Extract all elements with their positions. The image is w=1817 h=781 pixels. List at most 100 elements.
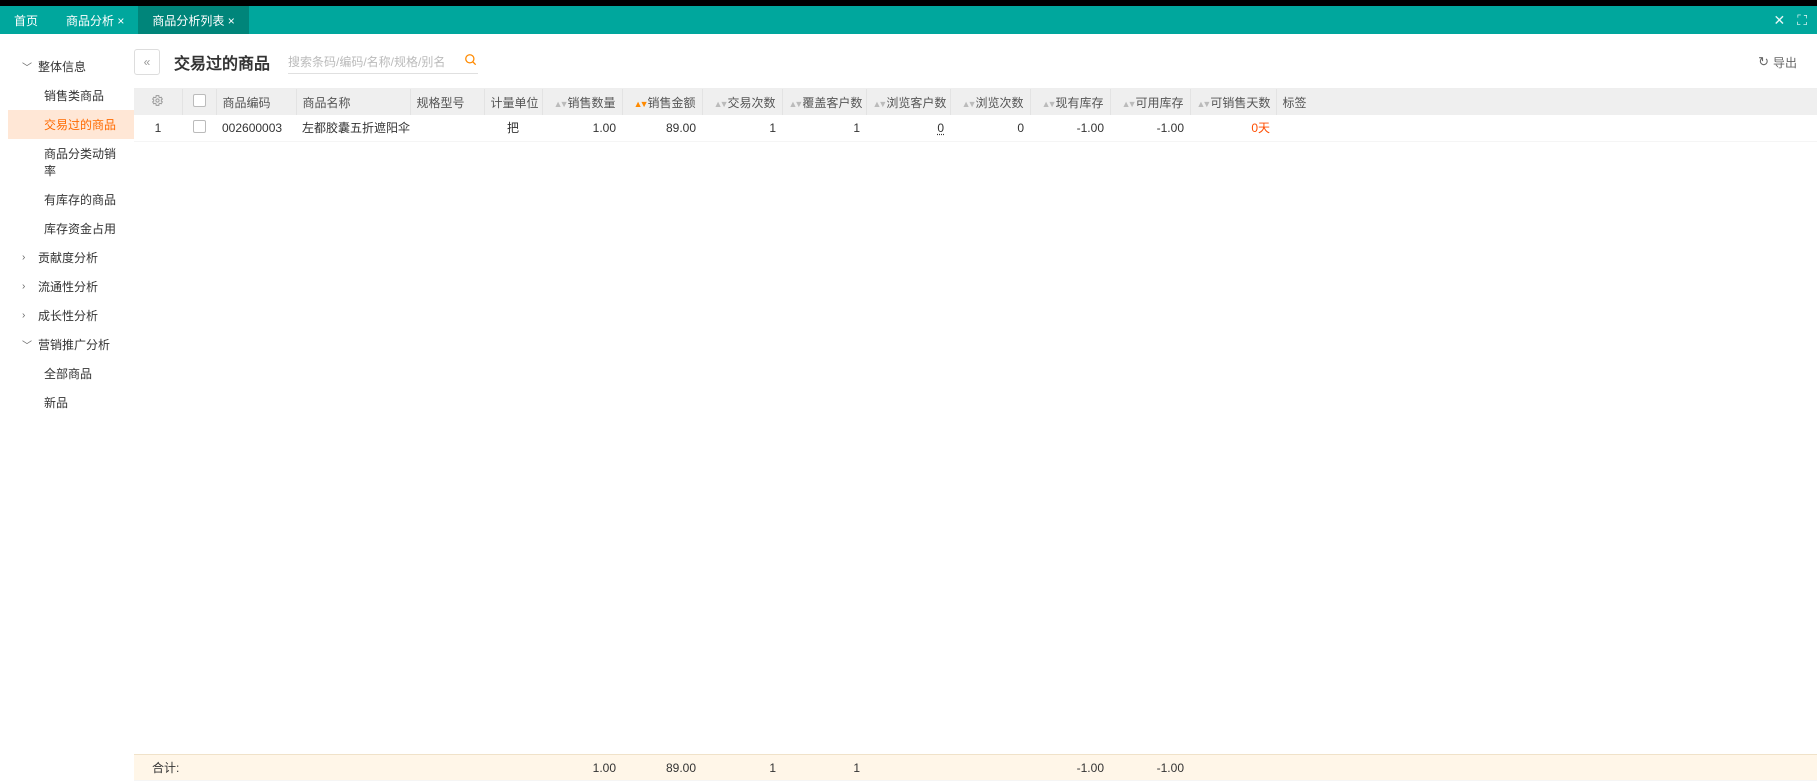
totals-cur-stock: -1.00 xyxy=(1030,755,1110,781)
checkbox-all[interactable] xyxy=(193,94,206,107)
col-amount[interactable]: ▲▼销售金额 xyxy=(622,89,702,115)
products-table: 商品编码 商品名称 规格型号 计量单位 ▲▼销售数量 ▲▼销售金额 ▲▼交易次数… xyxy=(134,89,1817,142)
col-qty-label: 销售数量 xyxy=(567,96,615,110)
totals-blank xyxy=(410,755,484,781)
sidebar-item-stock-capital[interactable]: 库存资金占用 xyxy=(8,214,134,243)
col-amount-label: 销售金额 xyxy=(647,96,695,110)
col-spec[interactable]: 规格型号 xyxy=(410,89,484,115)
sidebar-item-category-turnover[interactable]: 商品分类动销率 xyxy=(8,139,134,185)
cell-amount: 89.00 xyxy=(622,115,702,141)
chevron-right-icon: › xyxy=(22,310,34,321)
table-wrap: 商品编码 商品名称 规格型号 计量单位 ▲▼销售数量 ▲▼销售金额 ▲▼交易次数… xyxy=(134,88,1817,781)
sidebar-group-overall-label: 整体信息 xyxy=(38,58,86,75)
totals-cust: 1 xyxy=(782,755,866,781)
totals-amount: 89.00 xyxy=(622,755,702,781)
totals-qty: 1.00 xyxy=(542,755,622,781)
totals-blank xyxy=(1190,755,1276,781)
col-txn-label: 交易次数 xyxy=(727,96,775,110)
totals-label: 合计: xyxy=(134,755,216,781)
export-label: 导出 xyxy=(1773,54,1797,71)
sidebar-item-all-products[interactable]: 全部商品 xyxy=(8,359,134,388)
sidebar-item-new-products[interactable]: 新品 xyxy=(8,388,134,417)
search-icon[interactable] xyxy=(464,53,478,70)
col-tag[interactable]: 标签 xyxy=(1276,89,1817,115)
sidebar: ﹀ 整体信息 销售类商品 交易过的商品 商品分类动销率 有库存的商品 库存资金占… xyxy=(8,34,134,781)
totals-blank xyxy=(950,755,1030,781)
sort-icon-active: ▲▼ xyxy=(634,99,646,109)
cell-unit: 把 xyxy=(484,115,542,141)
cell-qty: 1.00 xyxy=(542,115,622,141)
row-checkbox[interactable] xyxy=(193,120,206,133)
cell-cust-count: 1 xyxy=(782,115,866,141)
tab-product-analysis[interactable]: 商品分析 × xyxy=(52,6,138,34)
sort-icon: ▲▼ xyxy=(789,99,801,109)
sort-icon: ▲▼ xyxy=(554,99,566,109)
col-view-cust[interactable]: ▲▼浏览客户数 xyxy=(866,89,950,115)
totals-txn: 1 xyxy=(702,755,782,781)
page-title: 交易过的商品 xyxy=(174,50,270,74)
col-viewcust-label: 浏览客户数 xyxy=(886,96,946,110)
main-area: « 交易过的商品 ↻ 导出 xyxy=(134,34,1817,781)
tab-product-analysis-label: 商品分析 × xyxy=(66,12,124,29)
export-button[interactable]: ↻ 导出 xyxy=(1758,54,1797,71)
col-sellable-days[interactable]: ▲▼可销售天数 xyxy=(1190,89,1276,115)
tabs-right-controls: ✕ ⛶ xyxy=(1773,6,1817,34)
sort-icon: ▲▼ xyxy=(1197,99,1209,109)
col-unit[interactable]: 计量单位 xyxy=(484,89,542,115)
tab-home[interactable]: 首页 xyxy=(0,6,52,34)
col-view-count[interactable]: ▲▼浏览次数 xyxy=(950,89,1030,115)
sidebar-group-growth[interactable]: › 成长性分析 xyxy=(8,301,134,330)
cell-txn-count: 1 xyxy=(702,115,782,141)
totals-blank xyxy=(296,755,410,781)
sidebar-group-growth-label: 成长性分析 xyxy=(38,307,98,324)
col-settings[interactable] xyxy=(134,89,182,115)
search-wrap xyxy=(288,50,478,74)
collapse-sidebar-button[interactable]: « xyxy=(134,49,160,75)
col-viewcount-label: 浏览次数 xyxy=(975,96,1023,110)
col-qty[interactable]: ▲▼销售数量 xyxy=(542,89,622,115)
tab-product-analysis-list[interactable]: 商品分析列表 × xyxy=(138,6,248,34)
col-avail-stock[interactable]: ▲▼可用库存 xyxy=(1110,89,1190,115)
sidebar-group-circulation[interactable]: › 流通性分析 xyxy=(8,272,134,301)
sidebar-group-contribution-label: 贡献度分析 xyxy=(38,249,98,266)
chevron-down-icon: ﹀ xyxy=(22,59,34,74)
sidebar-group-contribution[interactable]: › 贡献度分析 xyxy=(8,243,134,272)
cell-view-cust[interactable]: 0 xyxy=(866,115,950,141)
totals-avail-stock: -1.00 xyxy=(1110,755,1190,781)
col-availstock-label: 可用库存 xyxy=(1135,96,1183,110)
sidebar-group-overall[interactable]: ﹀ 整体信息 xyxy=(8,52,134,81)
col-cur-stock[interactable]: ▲▼现有库存 xyxy=(1030,89,1110,115)
body-wrap: ﹀ 整体信息 销售类商品 交易过的商品 商品分类动销率 有库存的商品 库存资金占… xyxy=(0,34,1817,781)
refresh-icon: ↻ xyxy=(1758,54,1769,70)
double-chevron-left-icon: « xyxy=(144,55,151,69)
sort-icon: ▲▼ xyxy=(1122,99,1134,109)
col-txn-count[interactable]: ▲▼交易次数 xyxy=(702,89,782,115)
sidebar-item-traded-products[interactable]: 交易过的商品 xyxy=(8,110,134,139)
expand-icon[interactable]: ⛶ xyxy=(1797,12,1807,29)
cell-checkbox[interactable] xyxy=(182,115,216,141)
sort-icon: ▲▼ xyxy=(1042,99,1054,109)
col-name[interactable]: 商品名称 xyxy=(296,89,410,115)
cell-spec xyxy=(410,115,484,141)
totals-row: 合计: 1.00 89.00 1 1 -1.00 -1.00 xyxy=(134,754,1817,781)
cell-cur-stock: -1.00 xyxy=(1030,115,1110,141)
cell-index: 1 xyxy=(134,115,182,141)
sidebar-group-circulation-label: 流通性分析 xyxy=(38,278,98,295)
cell-view-count: 0 xyxy=(950,115,1030,141)
col-curstock-label: 现有库存 xyxy=(1055,96,1103,110)
col-checkbox[interactable] xyxy=(182,89,216,115)
sidebar-group-marketing-promo[interactable]: ﹀ 营销推广分析 xyxy=(8,330,134,359)
sidebar-item-in-stock-products[interactable]: 有库存的商品 xyxy=(8,185,134,214)
cell-tag xyxy=(1276,115,1817,141)
tab-home-label: 首页 xyxy=(14,12,38,29)
totals-blank xyxy=(1276,755,1817,781)
table-row[interactable]: 1 002600003 左都胶囊五折遮阳伞防晒伞; 把 1.00 89.00 1… xyxy=(134,115,1817,141)
col-cust-count[interactable]: ▲▼覆盖客户数 xyxy=(782,89,866,115)
sidebar-item-sales-products[interactable]: 销售类商品 xyxy=(8,81,134,110)
col-code[interactable]: 商品编码 xyxy=(216,89,296,115)
gear-icon xyxy=(151,94,164,107)
left-gap xyxy=(0,34,8,781)
search-input[interactable] xyxy=(288,50,478,74)
close-all-tabs-icon[interactable]: ✕ xyxy=(1773,12,1785,29)
chevron-right-icon: › xyxy=(22,281,34,292)
